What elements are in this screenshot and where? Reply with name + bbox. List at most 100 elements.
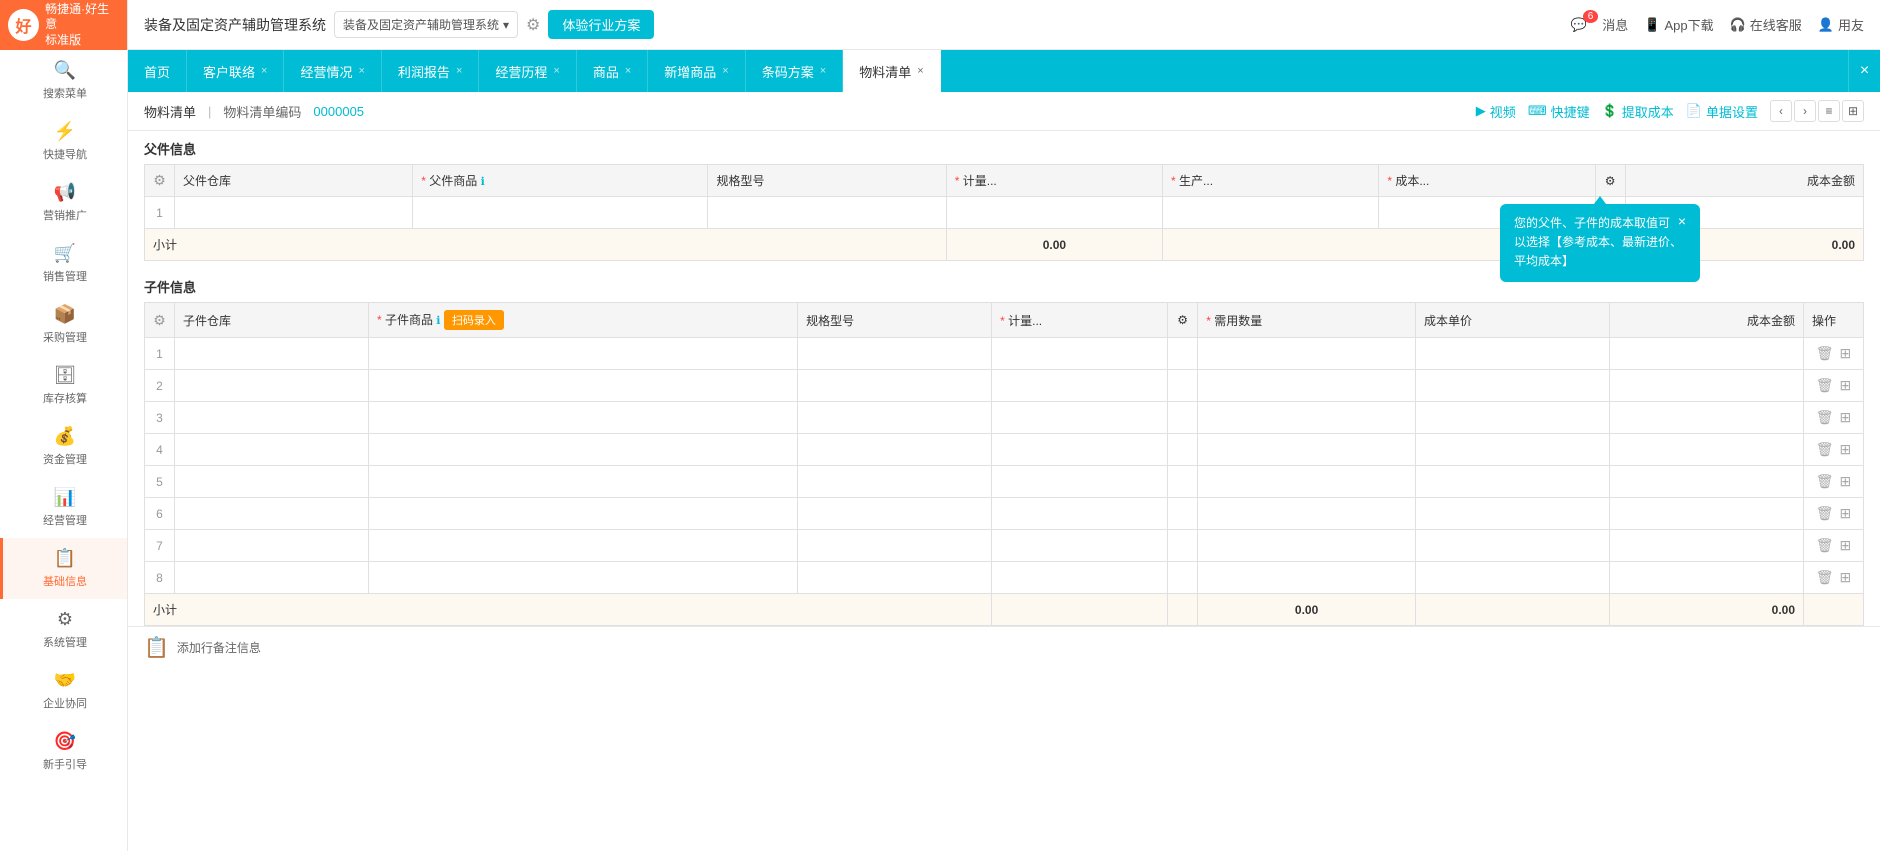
child-spec-cell[interactable] xyxy=(798,338,992,370)
system-dropdown[interactable]: 装备及固定资产辅助管理系统 ▾ xyxy=(334,11,518,38)
tab-close-icon[interactable]: × xyxy=(358,65,364,77)
child-unit-cell[interactable] xyxy=(992,466,1168,498)
child-unit-cell[interactable] xyxy=(992,370,1168,402)
child-goods-cell[interactable] xyxy=(368,498,797,530)
child-warehouse-cell[interactable] xyxy=(175,402,369,434)
child-unit-cell[interactable] xyxy=(992,402,1168,434)
parent-warehouse-cell[interactable] xyxy=(175,197,413,229)
copy-icon[interactable]: ⊞ xyxy=(1840,569,1852,586)
tab-close-icon[interactable]: × xyxy=(917,65,923,77)
child-warehouse-cell[interactable] xyxy=(175,498,369,530)
sidebar-item-purchase[interactable]: 📦采购管理 xyxy=(0,294,127,355)
menu-arrow[interactable]: ≡ xyxy=(1818,100,1840,122)
sidebar-item-marketing[interactable]: 📢营销推广 xyxy=(0,172,127,233)
nav-tab-首页[interactable]: 首页 xyxy=(128,50,187,92)
copy-icon[interactable]: ⊞ xyxy=(1840,473,1852,490)
child-goods-cell[interactable] xyxy=(368,434,797,466)
child-quantity-cell[interactable] xyxy=(1198,466,1416,498)
delete-icon[interactable]: 🗑 xyxy=(1816,441,1834,458)
nav-tab-条码方案[interactable]: 条码方案 × xyxy=(746,50,843,92)
nav-tab-利润报告[interactable]: 利润报告 × xyxy=(382,50,479,92)
child-spec-cell[interactable] xyxy=(798,562,992,594)
child-spec-cell[interactable] xyxy=(798,434,992,466)
copy-icon[interactable]: ⊞ xyxy=(1840,505,1852,522)
copy-icon[interactable]: ⊞ xyxy=(1840,377,1852,394)
parent-spec-cell[interactable] xyxy=(708,197,946,229)
child-unit-cell[interactable] xyxy=(992,498,1168,530)
child-spec-cell[interactable] xyxy=(798,498,992,530)
child-quantity-cell[interactable] xyxy=(1198,402,1416,434)
child-spec-cell[interactable] xyxy=(798,402,992,434)
child-unit-cell[interactable] xyxy=(992,434,1168,466)
nav-tab-客户联络[interactable]: 客户联络 × xyxy=(187,50,284,92)
nav-tab-经营历程[interactable]: 经营历程 × xyxy=(479,50,576,92)
sidebar-item-guide[interactable]: 🎯新手引导 xyxy=(0,721,127,782)
tab-close-icon[interactable]: × xyxy=(553,65,559,77)
child-spec-cell[interactable] xyxy=(798,530,992,562)
delete-icon[interactable]: 🗑 xyxy=(1816,537,1834,554)
delete-icon[interactable]: 🗑 xyxy=(1816,345,1834,362)
scan-btn[interactable]: 扫码录入 xyxy=(444,310,504,330)
child-quantity-cell[interactable] xyxy=(1198,434,1416,466)
sidebar-item-basic-info[interactable]: 📋基础信息 xyxy=(0,538,127,599)
child-goods-cell[interactable] xyxy=(368,530,797,562)
child-col-settings[interactable]: ⚙ xyxy=(145,303,175,338)
sidebar-item-operations[interactable]: 📊经营管理 xyxy=(0,477,127,538)
tab-close-icon[interactable]: × xyxy=(456,65,462,77)
sidebar-item-quick-nav[interactable]: ⚡快捷导航 xyxy=(0,111,127,172)
copy-icon[interactable]: ⊞ xyxy=(1840,409,1852,426)
expand-arrow[interactable]: ⊞ xyxy=(1842,100,1864,122)
child-warehouse-cell[interactable] xyxy=(175,338,369,370)
add-row-icon[interactable]: 📋 xyxy=(144,635,169,660)
experience-btn[interactable]: 体验行业方案 xyxy=(548,10,654,39)
child-quantity-cell[interactable] xyxy=(1198,562,1416,594)
child-goods-cell[interactable] xyxy=(368,338,797,370)
delete-icon[interactable]: 🗑 xyxy=(1816,377,1834,394)
sidebar-item-finance[interactable]: 💰资金管理 xyxy=(0,416,127,477)
child-quantity-cell[interactable] xyxy=(1198,370,1416,402)
settings-btn[interactable]: 📄 单据设置 xyxy=(1686,102,1758,121)
child-unit-cost-cell[interactable] xyxy=(1416,370,1610,402)
prev-arrow[interactable]: ‹ xyxy=(1770,100,1792,122)
child-quantity-cell[interactable] xyxy=(1198,338,1416,370)
user-area[interactable]: 👤 用友 xyxy=(1818,15,1864,34)
child-unit-cell[interactable] xyxy=(992,562,1168,594)
child-warehouse-cell[interactable] xyxy=(175,562,369,594)
delete-icon[interactable]: 🗑 xyxy=(1816,505,1834,522)
child-unit-cost-cell[interactable] xyxy=(1416,402,1610,434)
tooltip-close-btn[interactable]: × xyxy=(1678,214,1686,228)
sidebar-item-enterprise[interactable]: 🤝企业协同 xyxy=(0,660,127,721)
tab-close-icon[interactable]: × xyxy=(820,65,826,77)
close-all-tabs-btn[interactable]: × xyxy=(1848,50,1880,92)
child-unit-cost-cell[interactable] xyxy=(1416,466,1610,498)
child-warehouse-cell[interactable] xyxy=(175,530,369,562)
sidebar-item-inventory[interactable]: 🗄库存核算 xyxy=(0,355,127,416)
child-col-extra[interactable]: ⚙ xyxy=(1168,303,1198,338)
child-warehouse-cell[interactable] xyxy=(175,370,369,402)
sidebar-item-search[interactable]: 🔍搜索菜单 xyxy=(0,50,127,111)
parent-col-extra[interactable]: ⚙ xyxy=(1595,165,1625,197)
tab-close-icon[interactable]: × xyxy=(625,65,631,77)
child-goods-cell[interactable] xyxy=(368,402,797,434)
tab-close-icon[interactable]: × xyxy=(722,65,728,77)
child-goods-cell[interactable] xyxy=(368,370,797,402)
settings-icon[interactable]: ⚙ xyxy=(526,15,540,35)
child-unit-cell[interactable] xyxy=(992,338,1168,370)
child-unit-cost-cell[interactable] xyxy=(1416,562,1610,594)
child-unit-cost-cell[interactable] xyxy=(1416,434,1610,466)
delete-icon[interactable]: 🗑 xyxy=(1816,473,1834,490)
parent-col-settings[interactable]: ⚙ xyxy=(145,165,175,197)
child-goods-cell[interactable] xyxy=(368,562,797,594)
delete-icon[interactable]: 🗑 xyxy=(1816,409,1834,426)
parent-goods-cell[interactable] xyxy=(413,197,708,229)
child-spec-cell[interactable] xyxy=(798,466,992,498)
child-unit-cell[interactable] xyxy=(992,530,1168,562)
parent-unit-cell[interactable] xyxy=(946,197,1162,229)
child-unit-cost-cell[interactable] xyxy=(1416,338,1610,370)
app-download[interactable]: 📱 App下载 xyxy=(1644,15,1713,34)
child-warehouse-cell[interactable] xyxy=(175,434,369,466)
cost-btn[interactable]: 💲 提取成本 xyxy=(1602,102,1674,121)
parent-production-cell[interactable] xyxy=(1163,197,1379,229)
child-unit-cost-cell[interactable] xyxy=(1416,498,1610,530)
child-spec-cell[interactable] xyxy=(798,370,992,402)
